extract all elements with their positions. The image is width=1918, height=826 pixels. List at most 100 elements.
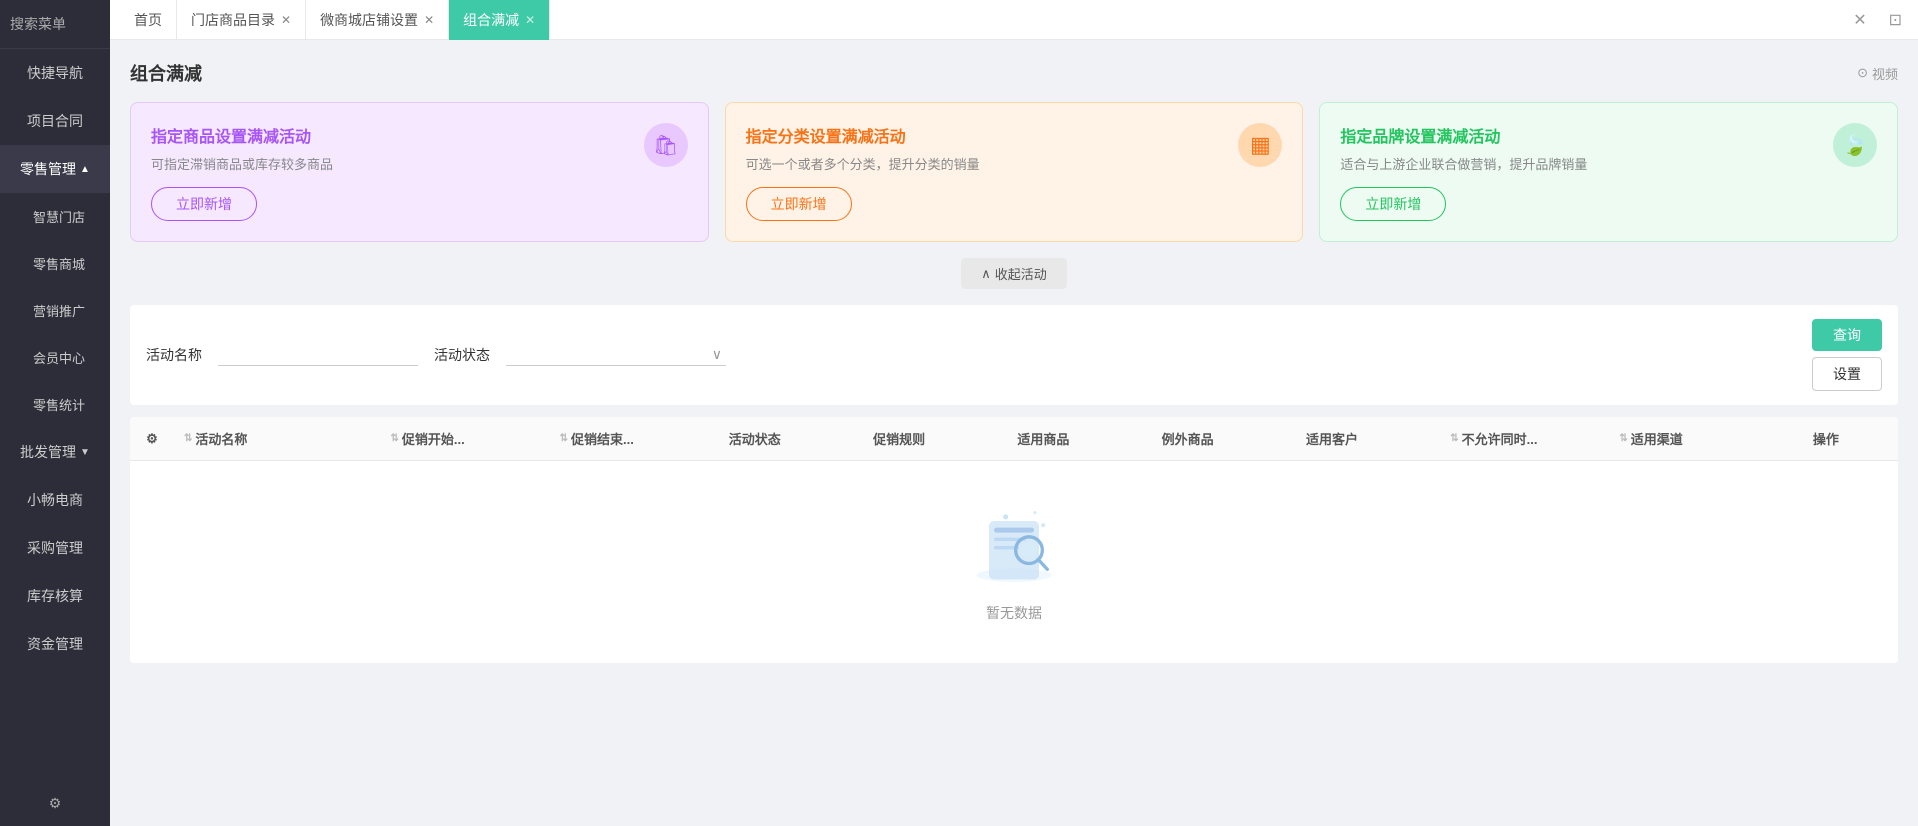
brand-activity-card: 指定品牌设置满减活动 🍃 适合与上游企业联合做营销，提升品牌销量 立即新增 bbox=[1319, 102, 1898, 242]
query-button[interactable]: 查询 bbox=[1812, 319, 1882, 351]
window-close-icon[interactable]: ✕ bbox=[1847, 8, 1872, 32]
sidebar-item-label: 零售管理 bbox=[20, 159, 76, 179]
empty-text: 暂无数据 bbox=[986, 603, 1042, 623]
product-card-add-btn[interactable]: 立即新增 bbox=[151, 187, 257, 221]
sidebar-item-retail-stats[interactable]: 零售统计 bbox=[0, 381, 110, 428]
cards-row: 指定商品设置满减活动 🛍 可指定滞销商品或库存较多商品 立即新增 指定分类设置满… bbox=[130, 102, 1898, 242]
sidebar: 搜索菜单 快捷导航 项目合同 零售管理 ▲ 智慧门店 零售商城 营销推广 会员中… bbox=[0, 0, 110, 826]
filter-actions: 查询 设置 bbox=[1812, 319, 1882, 391]
brand-card-desc: 适合与上游企业联合做营销，提升品牌销量 bbox=[1340, 155, 1877, 175]
product-card-title: 指定商品设置满减活动 bbox=[151, 123, 688, 147]
sidebar-item-quick-nav[interactable]: 快捷导航 bbox=[0, 49, 110, 97]
collapse-label: 收起活动 bbox=[995, 264, 1047, 283]
brand-card-add-btn[interactable]: 立即新增 bbox=[1340, 187, 1446, 221]
th-promo-end: ⇅ 促销结束... bbox=[550, 417, 719, 460]
tab-combo-discount-close[interactable]: ✕ bbox=[525, 13, 535, 27]
tab-home[interactable]: 首页 bbox=[120, 0, 177, 40]
sidebar-item-member-center[interactable]: 会员中心 bbox=[0, 334, 110, 381]
sort-icon[interactable]: ⇅ bbox=[184, 433, 192, 444]
sort-icon[interactable]: ⇅ bbox=[1450, 433, 1458, 444]
sidebar-settings-btn[interactable]: ⚙ bbox=[0, 781, 110, 826]
sidebar-item-label: 资金管理 bbox=[27, 634, 83, 654]
th-applicable-customer: 适用客户 bbox=[1296, 417, 1440, 460]
sidebar-item-inventory-check[interactable]: 库存核算 bbox=[0, 572, 110, 620]
sidebar-item-label: 营销推广 bbox=[33, 301, 85, 320]
tab-store-catalog-close[interactable]: ✕ bbox=[281, 13, 291, 27]
collapse-activity-btn[interactable]: ∧ 收起活动 bbox=[961, 258, 1067, 289]
activity-status-label: 活动状态 bbox=[434, 345, 490, 365]
sidebar-item-retail-mall[interactable]: 零售商城 bbox=[0, 240, 110, 287]
tab-wechat-store-label: 微商城店铺设置 bbox=[320, 10, 418, 30]
tab-home-label: 首页 bbox=[134, 10, 162, 30]
sort-icon[interactable]: ⇅ bbox=[390, 433, 398, 444]
window-restore-icon[interactable]: ⊡ bbox=[1883, 8, 1908, 32]
category-activity-card: 指定分类设置满减活动 ▦ 可选一个或者多个分类，提升分类的销量 立即新增 bbox=[725, 102, 1304, 242]
th-promo-rule: 促销规则 bbox=[863, 417, 1007, 460]
table-header: ⚙ ⇅ 活动名称 ⇅ 促销开始... ⇅ 促销结束... 活动状态 bbox=[130, 417, 1898, 461]
tab-combo-discount-label: 组合满减 bbox=[463, 10, 519, 30]
tab-bar: 首页 门店商品目录 ✕ 微商城店铺设置 ✕ 组合满减 ✕ ✕ ⊡ bbox=[110, 0, 1918, 40]
th-except-goods: 例外商品 bbox=[1152, 417, 1296, 460]
content-area: 组合满减 ⊙ 视频 指定商品设置满减活动 🛍 可指定滞销商品或库存较多商品 立即… bbox=[110, 40, 1918, 826]
category-card-desc: 可选一个或者多个分类，提升分类的销量 bbox=[746, 155, 1283, 175]
activity-name-label: 活动名称 bbox=[146, 345, 202, 365]
category-card-add-btn[interactable]: 立即新增 bbox=[746, 187, 852, 221]
chevron-down-icon: ∨ bbox=[712, 346, 722, 363]
empty-illustration bbox=[964, 501, 1064, 591]
sidebar-item-xiaochangec[interactable]: 小畅电商 bbox=[0, 476, 110, 524]
sidebar-item-label: 采购管理 bbox=[27, 538, 83, 558]
brand-card-icon: 🍃 bbox=[1833, 123, 1877, 167]
main-area: 首页 门店商品目录 ✕ 微商城店铺设置 ✕ 组合满减 ✕ ✕ ⊡ 组合满减 ⊙ … bbox=[110, 0, 1918, 826]
product-card-icon: 🛍 bbox=[644, 123, 688, 167]
tab-wechat-store[interactable]: 微商城店铺设置 ✕ bbox=[306, 0, 449, 40]
sidebar-item-label: 智慧门店 bbox=[33, 207, 85, 226]
sidebar-item-label: 快捷导航 bbox=[27, 63, 83, 83]
th-applicable-goods: 适用商品 bbox=[1007, 417, 1151, 460]
settings-icon: ⚙ bbox=[49, 795, 62, 812]
brand-card-title: 指定品牌设置满减活动 bbox=[1340, 123, 1877, 147]
gear-icon: ⚙ bbox=[146, 431, 158, 447]
collapse-icon: ∧ bbox=[981, 266, 991, 282]
th-gear[interactable]: ⚙ bbox=[130, 419, 174, 459]
sort-icon[interactable]: ⇅ bbox=[1619, 433, 1627, 444]
sidebar-item-label: 批发管理 bbox=[20, 442, 76, 462]
video-label: 视频 bbox=[1872, 64, 1898, 83]
th-promo-start: ⇅ 促销开始... bbox=[380, 417, 549, 460]
th-no-concurrent: ⇅ 不允许同时... bbox=[1440, 417, 1609, 460]
sidebar-item-marketing[interactable]: 营销推广 bbox=[0, 287, 110, 334]
th-activity-status: 活动状态 bbox=[719, 417, 863, 460]
page-title: 组合满减 bbox=[130, 60, 202, 86]
product-activity-card: 指定商品设置满减活动 🛍 可指定滞销商品或库存较多商品 立即新增 bbox=[130, 102, 709, 242]
tab-combo-discount[interactable]: 组合满减 ✕ bbox=[449, 0, 550, 40]
play-circle-icon: ⊙ bbox=[1857, 65, 1868, 81]
sidebar-item-project-contract[interactable]: 项目合同 bbox=[0, 97, 110, 145]
video-link[interactable]: ⊙ 视频 bbox=[1857, 64, 1898, 83]
sidebar-item-label: 零售商城 bbox=[33, 254, 85, 273]
tab-bar-actions: ✕ ⊡ bbox=[1847, 8, 1908, 32]
tab-store-catalog-label: 门店商品目录 bbox=[191, 10, 275, 30]
sidebar-item-label: 小畅电商 bbox=[27, 490, 83, 510]
data-table: ⚙ ⇅ 活动名称 ⇅ 促销开始... ⇅ 促销结束... 活动状态 bbox=[130, 417, 1898, 663]
sidebar-item-label: 项目合同 bbox=[27, 111, 83, 131]
sidebar-item-label: 库存核算 bbox=[27, 586, 83, 606]
sidebar-item-label: 会员中心 bbox=[33, 348, 85, 367]
sort-icon[interactable]: ⇅ bbox=[560, 433, 568, 444]
filter-row: 活动名称 活动状态 ∨ 查询 设置 bbox=[130, 305, 1898, 405]
collapse-row: ∧ 收起活动 bbox=[130, 258, 1898, 289]
tab-store-catalog[interactable]: 门店商品目录 ✕ bbox=[177, 0, 306, 40]
sidebar-item-retail-management[interactable]: 零售管理 ▲ bbox=[0, 145, 110, 193]
sidebar-item-wholesale-mgmt[interactable]: 批发管理 ▼ bbox=[0, 428, 110, 476]
setting-button[interactable]: 设置 bbox=[1812, 357, 1882, 391]
th-operation: 操作 bbox=[1754, 417, 1898, 460]
activity-name-input[interactable] bbox=[218, 345, 418, 366]
sidebar-item-smart-store[interactable]: 智慧门店 bbox=[0, 193, 110, 240]
page-header: 组合满减 ⊙ 视频 bbox=[130, 60, 1898, 86]
sidebar-search[interactable]: 搜索菜单 bbox=[0, 0, 110, 49]
th-applicable-channel: ⇅ 适用渠道 bbox=[1609, 417, 1753, 460]
activity-status-select[interactable]: ∨ bbox=[506, 344, 726, 366]
tab-wechat-store-close[interactable]: ✕ bbox=[424, 13, 434, 27]
sidebar-item-fund-mgmt[interactable]: 资金管理 bbox=[0, 620, 110, 668]
empty-state: 暂无数据 bbox=[130, 461, 1898, 663]
sidebar-item-purchase-mgmt[interactable]: 采购管理 bbox=[0, 524, 110, 572]
th-activity-name: ⇅ 活动名称 bbox=[174, 417, 380, 460]
